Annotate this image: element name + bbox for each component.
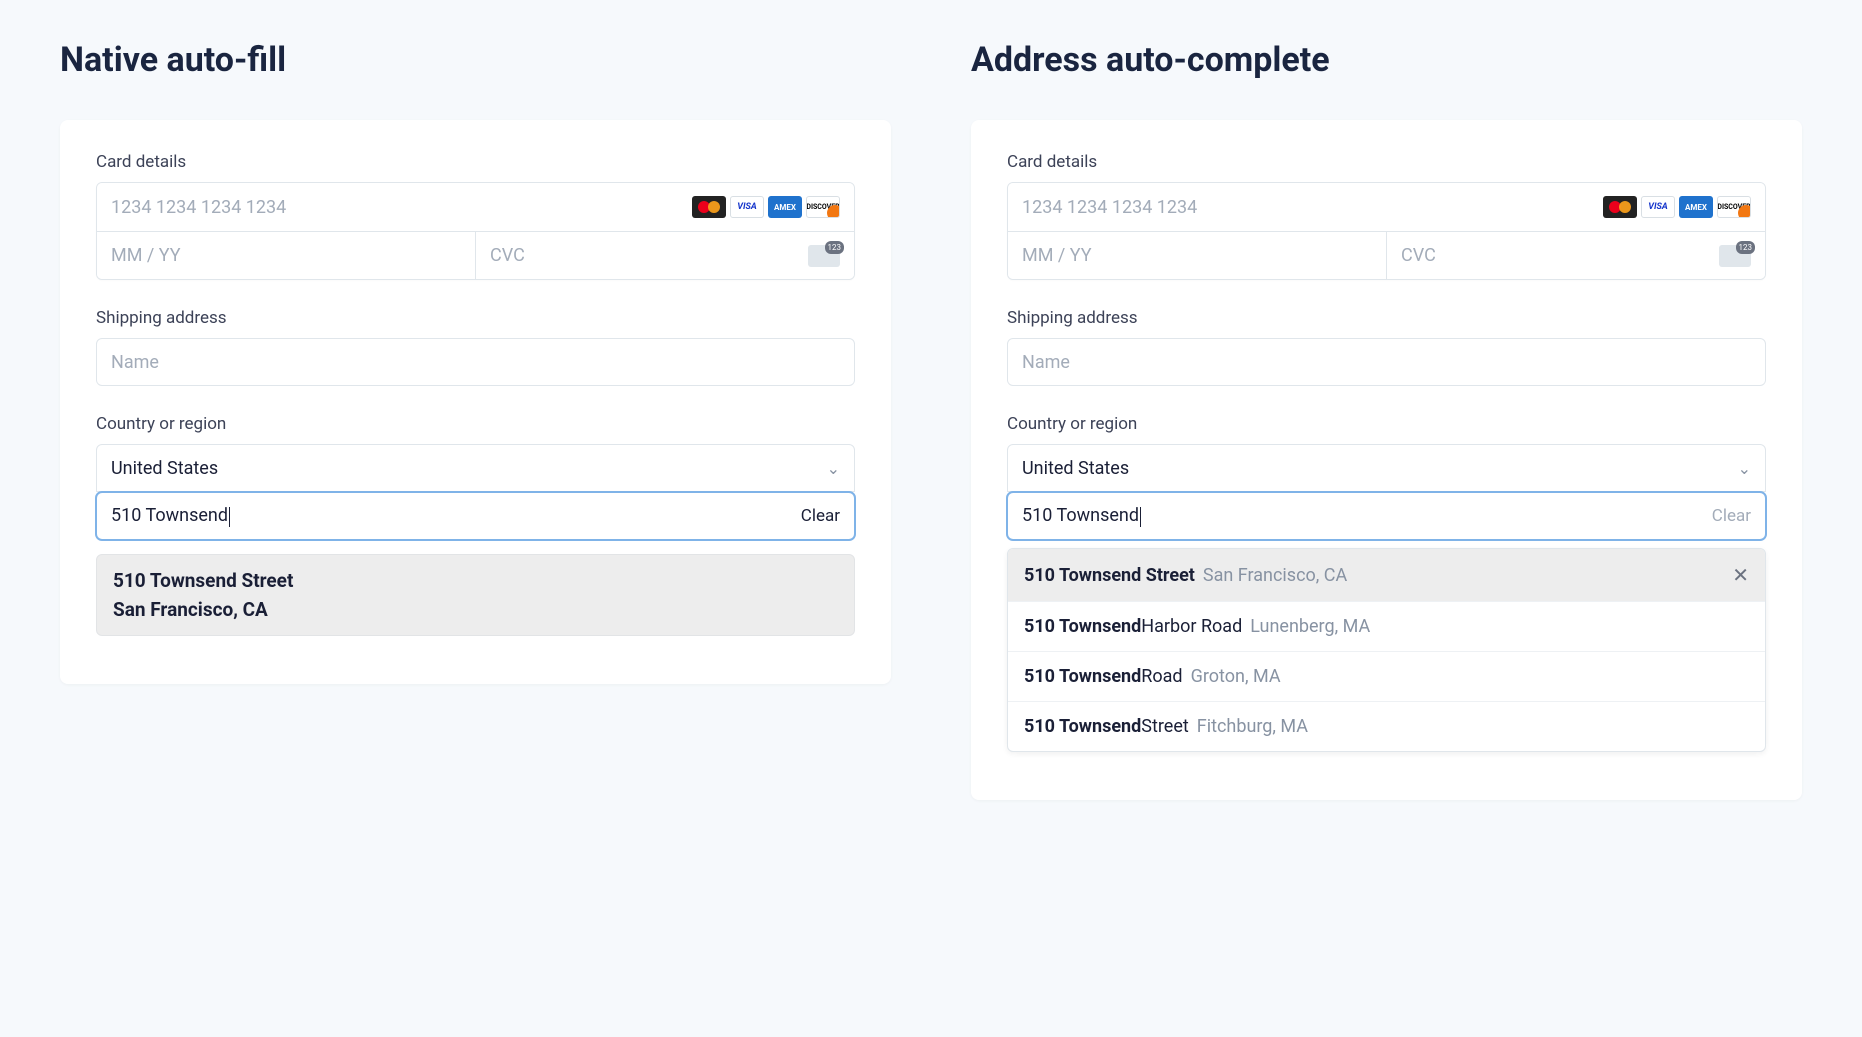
country-label: Country or region <box>96 414 855 434</box>
autocomplete-item[interactable]: 510 Townsend Harbor RoadLunenberg, MA <box>1008 601 1765 651</box>
card-number-placeholder: 1234 1234 1234 1234 <box>111 197 286 218</box>
cvc-icon <box>1719 245 1751 267</box>
clear-button[interactable]: Clear <box>1712 506 1751 526</box>
visa-icon: VISA <box>1641 196 1675 218</box>
address-autocomplete-card: Card details 1234 1234 1234 1234 VISA AM… <box>971 120 1802 800</box>
clear-button[interactable]: Clear <box>801 506 840 526</box>
discover-icon: DISCOVER <box>1717 196 1751 218</box>
cvc-input[interactable]: CVC <box>476 232 854 279</box>
card-details-group: 1234 1234 1234 1234 VISA AMEX DISCOVER M… <box>96 182 855 280</box>
amex-icon: AMEX <box>1679 196 1713 218</box>
country-select[interactable]: United States ⌄ <box>1007 444 1766 492</box>
name-input[interactable]: Name <box>1007 338 1766 386</box>
country-label: Country or region <box>1007 414 1766 434</box>
address-autocomplete-title: Address auto-complete <box>971 40 1802 80</box>
card-number-input[interactable]: 1234 1234 1234 1234 VISA AMEX DISCOVER <box>97 183 854 231</box>
country-select[interactable]: United States ⌄ <box>96 444 855 492</box>
expiry-input[interactable]: MM / YY <box>1008 232 1387 279</box>
address-input[interactable]: 510 Townsend Clear <box>96 492 855 540</box>
chevron-down-icon: ⌄ <box>827 459 840 478</box>
autocomplete-list: 510 Townsend StreetSan Francisco, CA✕510… <box>1007 548 1766 752</box>
card-details-group: 1234 1234 1234 1234 VISA AMEX DISCOVER M… <box>1007 182 1766 280</box>
cvc-icon <box>808 245 840 267</box>
name-input[interactable]: Name <box>96 338 855 386</box>
chevron-down-icon: ⌄ <box>1738 459 1751 478</box>
mastercard-icon <box>1603 196 1637 218</box>
native-autofill-card: Card details 1234 1234 1234 1234 VISA AM… <box>60 120 891 684</box>
cvc-input[interactable]: CVC <box>1387 232 1765 279</box>
autocomplete-item[interactable]: 510 Townsend StreetSan Francisco, CA✕ <box>1008 549 1765 601</box>
native-autofill-suggestion[interactable]: 510 Townsend Street San Francisco, CA <box>96 554 855 636</box>
mastercard-icon <box>692 196 726 218</box>
discover-icon: DISCOVER <box>806 196 840 218</box>
address-input[interactable]: 510 Townsend Clear <box>1007 492 1766 540</box>
amex-icon: AMEX <box>768 196 802 218</box>
autocomplete-item[interactable]: 510 Townsend RoadGroton, MA <box>1008 651 1765 701</box>
card-number-input[interactable]: 1234 1234 1234 1234 VISA AMEX DISCOVER <box>1008 183 1765 231</box>
shipping-label: Shipping address <box>1007 308 1766 328</box>
visa-icon: VISA <box>730 196 764 218</box>
card-details-label: Card details <box>96 152 855 172</box>
card-details-label: Card details <box>1007 152 1766 172</box>
native-autofill-title: Native auto-fill <box>60 40 891 80</box>
expiry-input[interactable]: MM / YY <box>97 232 476 279</box>
card-number-placeholder: 1234 1234 1234 1234 <box>1022 197 1197 218</box>
autocomplete-item[interactable]: 510 Townsend StreetFitchburg, MA <box>1008 701 1765 751</box>
shipping-label: Shipping address <box>96 308 855 328</box>
close-icon[interactable]: ✕ <box>1732 563 1749 587</box>
